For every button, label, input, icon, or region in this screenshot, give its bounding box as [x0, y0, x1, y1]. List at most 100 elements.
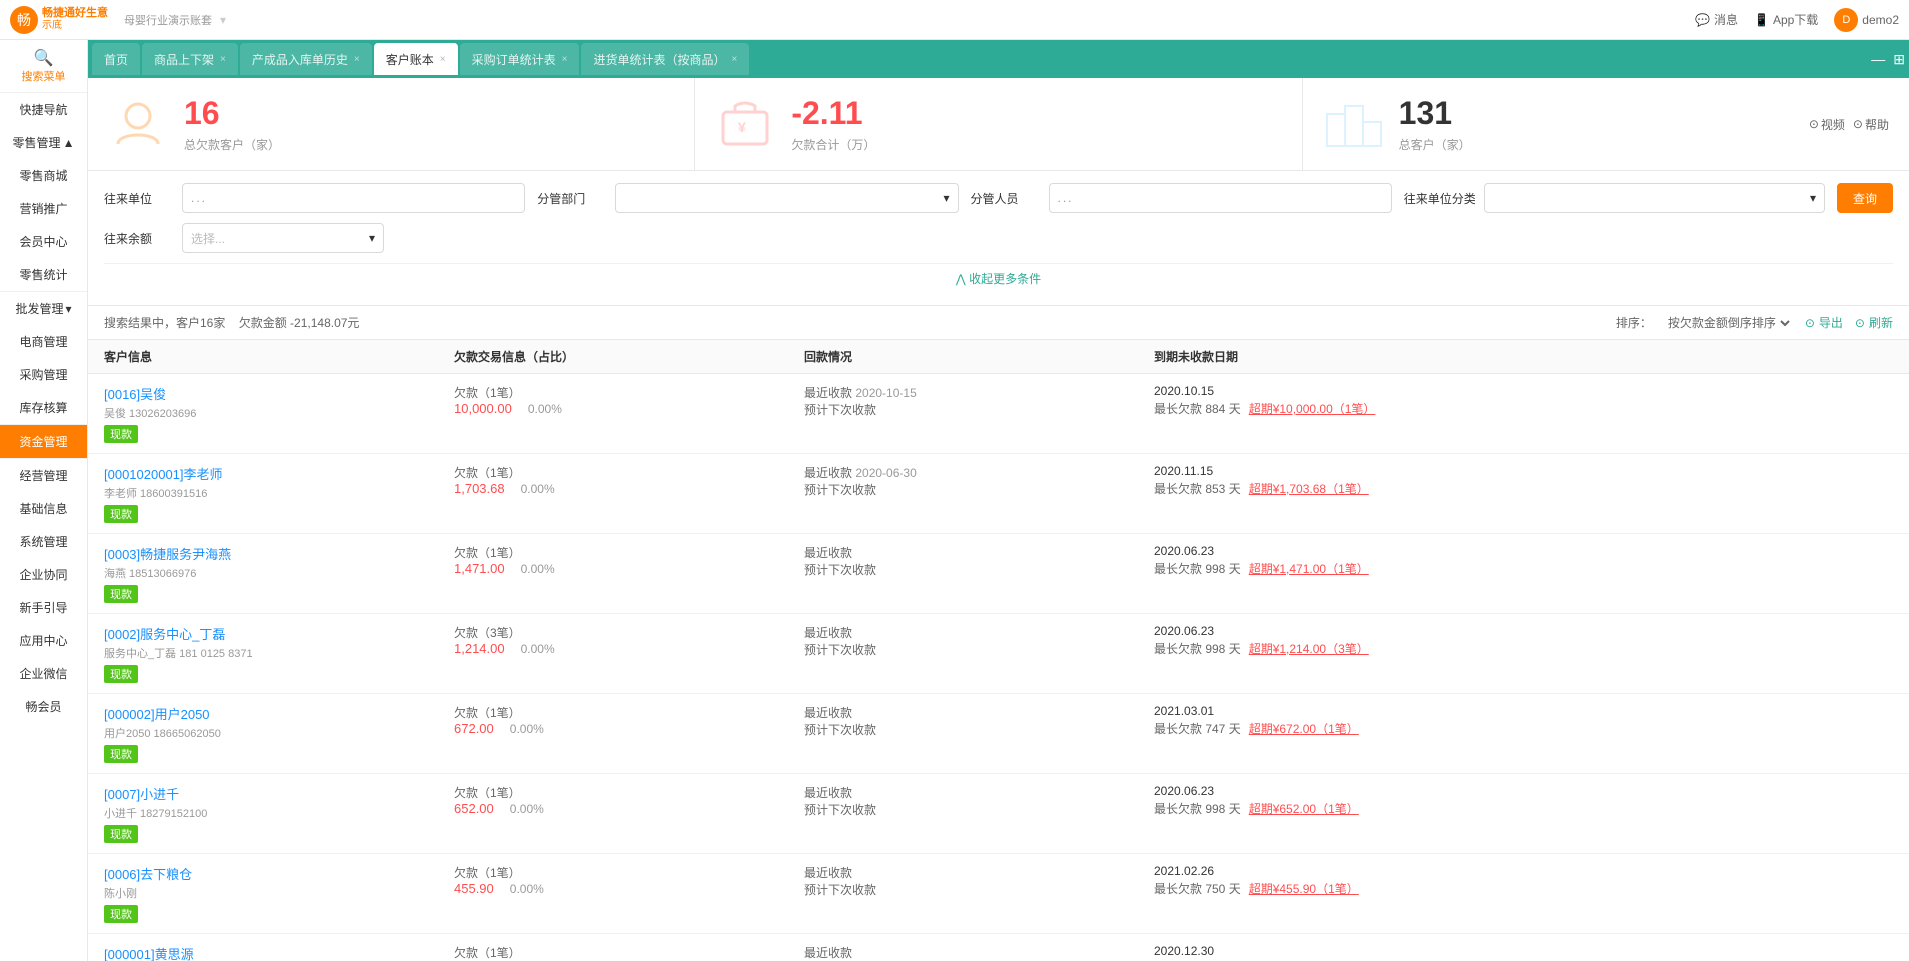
refresh-btn[interactable]: ⊙ 刷新: [1855, 314, 1893, 331]
search-button[interactable]: 查询: [1837, 183, 1893, 213]
sidebar-item-marketing[interactable]: 营销推广: [0, 192, 87, 225]
top-bar: 畅 畅捷通好生意 示底 母婴行业演示账套 ▾ 💬 消息 📱 App下载 D de…: [0, 0, 1909, 40]
overdue-link-2[interactable]: 超期¥1,471.00（1笔）: [1249, 560, 1369, 577]
search-menu-btn[interactable]: 🔍 搜索菜单: [0, 40, 87, 93]
debt-amount-0: 10,000.00: [454, 401, 512, 416]
filter-input-balance[interactable]: 选择... ▾: [182, 223, 384, 253]
stat-info-debt-customers: 16 总欠款客户（家）: [184, 95, 280, 153]
customer-name-6[interactable]: [0006]去下粮仓: [104, 864, 454, 883]
filter-input-dept[interactable]: ▾: [615, 183, 958, 213]
tabs-minimize-btn[interactable]: —: [1871, 51, 1885, 67]
last-payment-7: 最近收款: [804, 944, 1154, 961]
overdue-link-1[interactable]: 超期¥1,703.68（1笔）: [1249, 480, 1369, 497]
overdue-days-1: 最长欠款 853 天: [1154, 480, 1241, 497]
return-cell-6: 最近收款 预计下次收款: [804, 864, 1154, 898]
logo-area: 畅 畅捷通好生意 示底: [10, 6, 108, 34]
sidebar-item-quick-nav[interactable]: 快捷导航: [0, 93, 87, 126]
tab-product-shelf[interactable]: 商品上下架 ×: [142, 43, 238, 75]
help-link[interactable]: ⊙ 帮助: [1853, 116, 1889, 133]
overdue-link-5[interactable]: 超期¥652.00（1笔）: [1249, 800, 1359, 817]
sidebar-item-app-center[interactable]: 应用中心: [0, 624, 87, 657]
due-date-0: 2020.10.15: [1154, 384, 1893, 398]
sidebar-item-retail-mall[interactable]: 零售商城: [0, 159, 87, 192]
sidebar-item-ecommerce[interactable]: 电商管理: [0, 325, 87, 358]
sidebar-item-retail-mgmt[interactable]: 零售管理 ▲: [0, 126, 87, 159]
overdue-days-5: 最长欠款 998 天: [1154, 800, 1241, 817]
tab-purchase-stats[interactable]: 进货单统计表（按商品） ×: [581, 43, 749, 75]
customer-tag-0: 现款: [104, 425, 138, 443]
next-payment-3: 预计下次收款: [804, 641, 1154, 658]
debt-cell-3: 欠款（3笔） 1,214.00 0.00%: [454, 624, 804, 656]
sidebar-item-enterprise-wechat[interactable]: 企业微信: [0, 657, 87, 690]
debt-amount-1: 1,703.68: [454, 481, 505, 496]
customer-name-2[interactable]: [0003]畅捷服务尹海燕: [104, 544, 454, 563]
overdue-link-6[interactable]: 超期¥455.90（1笔）: [1249, 880, 1359, 897]
customer-cell-0: [0016]吴俊 吴俊 13026203696 现款: [104, 384, 454, 443]
customer-name-0[interactable]: [0016]吴俊: [104, 384, 454, 403]
customer-name-4[interactable]: [000002]用户2050: [104, 704, 454, 723]
sidebar-item-purchase[interactable]: 采购管理: [0, 358, 87, 391]
debt-count-7: 欠款（1笔）: [454, 944, 804, 961]
debt-percent-1: 0.00%: [521, 482, 555, 496]
tab-home[interactable]: 首页: [92, 43, 140, 75]
sidebar-item-retail-stats[interactable]: 零售统计: [0, 258, 87, 291]
debt-amount-3: 1,214.00: [454, 641, 505, 656]
sidebar-item-system[interactable]: 系统管理: [0, 525, 87, 558]
overdue-link-0[interactable]: 超期¥10,000.00（1笔）: [1249, 400, 1376, 417]
customer-tag-1: 现款: [104, 505, 138, 523]
table-row: [0016]吴俊 吴俊 13026203696 现款 欠款（1笔） 10,000…: [88, 374, 1909, 454]
sidebar-item-member[interactable]: 会员中心: [0, 225, 87, 258]
next-payment-4: 预计下次收款: [804, 721, 1154, 738]
sidebar-item-enterprise-collab[interactable]: 企业协同: [0, 558, 87, 591]
tab-finished-goods[interactable]: 产成品入库单历史 ×: [240, 43, 372, 75]
user-avatar[interactable]: D demo2: [1834, 8, 1899, 32]
tab-purchase-order[interactable]: 采购订单统计表 ×: [460, 43, 580, 75]
filter-input-category[interactable]: ▾: [1484, 183, 1825, 213]
tab-close-purchase-stats[interactable]: ×: [731, 54, 737, 65]
stat-info-debt-total: -2.11 欠款合计（万）: [791, 95, 875, 153]
video-link[interactable]: ⊙ 视频: [1809, 116, 1845, 133]
tab-close-customer-ledger[interactable]: ×: [440, 54, 446, 65]
filter-input-person[interactable]: ...: [1049, 183, 1392, 213]
sidebar-item-inventory[interactable]: 库存核算: [0, 391, 87, 424]
customer-name-7[interactable]: [000001]黄思源: [104, 944, 454, 961]
return-cell-1: 最近收款 2020-06-30 预计下次收款: [804, 464, 1154, 498]
tabs-maximize-btn[interactable]: ⊞: [1893, 51, 1905, 68]
sidebar-item-operations[interactable]: 经营管理: [0, 459, 87, 492]
next-payment-2: 预计下次收款: [804, 561, 1154, 578]
debt-count-4: 欠款（1笔）: [454, 704, 804, 721]
filter-item-person: 分管人员 ...: [971, 183, 1392, 213]
sidebar-item-finance-mgmt[interactable]: 资金管理: [0, 425, 87, 458]
sidebar-item-new-user-guide[interactable]: 新手引导: [0, 591, 87, 624]
return-cell-0: 最近收款 2020-10-15 预计下次收款: [804, 384, 1154, 418]
customer-contact-5: 小进千 18279152100: [104, 805, 454, 821]
due-cell-0: 2020.10.15 最长欠款 884 天 超期¥10,000.00（1笔）: [1154, 384, 1893, 417]
due-cell-3: 2020.06.23 最长欠款 998 天 超期¥1,214.00（3笔）: [1154, 624, 1893, 657]
tab-close-finished-goods[interactable]: ×: [354, 54, 360, 65]
filter-label-person: 分管人员: [971, 190, 1041, 207]
tab-close-product-shelf[interactable]: ×: [220, 54, 226, 65]
tab-close-purchase-order[interactable]: ×: [562, 54, 568, 65]
due-cell-4: 2021.03.01 最长欠款 747 天 超期¥672.00（1笔）: [1154, 704, 1893, 737]
tab-customer-ledger[interactable]: 客户账本 ×: [374, 43, 458, 75]
export-btn[interactable]: ⊙ 导出: [1805, 314, 1843, 331]
sidebar-item-chang-member[interactable]: 畅会员: [0, 690, 87, 723]
debt-percent-5: 0.00%: [510, 802, 544, 816]
overdue-link-4[interactable]: 超期¥672.00（1笔）: [1249, 720, 1359, 737]
sidebar-item-wholesale-mgmt[interactable]: 批发管理 ▾: [0, 292, 87, 325]
collapse-filters-btn[interactable]: ⋀ 收起更多条件: [104, 263, 1893, 293]
message-btn[interactable]: 💬 消息: [1695, 11, 1738, 28]
app-download-btn[interactable]: 📱 App下载: [1754, 11, 1818, 28]
customer-name-3[interactable]: [0002]服务中心_丁磊: [104, 624, 454, 643]
filter-input-partner[interactable]: ...: [182, 183, 525, 213]
customer-name-5[interactable]: [0007]小进千: [104, 784, 454, 803]
sort-select[interactable]: 按欠款金额倒序排序: [1664, 315, 1793, 331]
customer-name-1[interactable]: [0001020001]李老师: [104, 464, 454, 483]
debt-percent-4: 0.00%: [510, 722, 544, 736]
return-cell-4: 最近收款 预计下次收款: [804, 704, 1154, 738]
overdue-link-3[interactable]: 超期¥1,214.00（3笔）: [1249, 640, 1369, 657]
last-payment-4: 最近收款: [804, 704, 1154, 721]
sidebar-item-basic-info[interactable]: 基础信息: [0, 492, 87, 525]
next-payment-6: 预计下次收款: [804, 881, 1154, 898]
overdue-days-6: 最长欠款 750 天: [1154, 880, 1241, 897]
